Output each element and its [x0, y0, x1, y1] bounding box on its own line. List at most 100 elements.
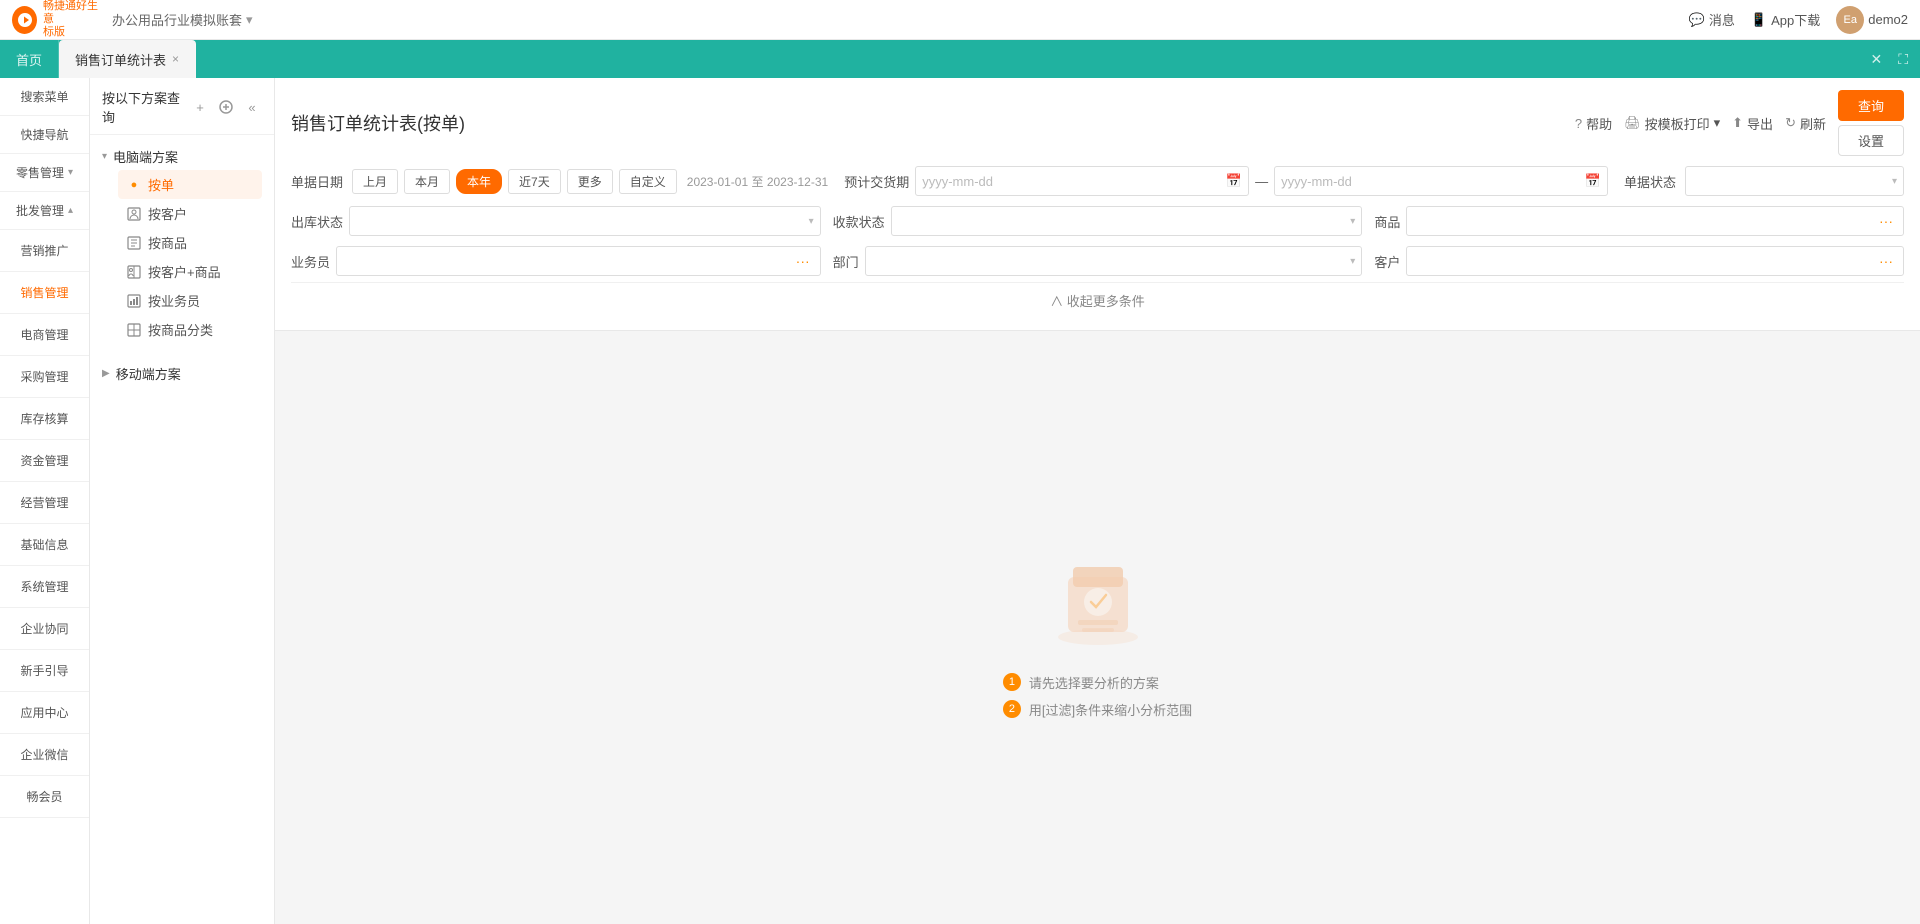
collapse-panel-button[interactable]: «	[242, 97, 262, 117]
export-icon: ⬆	[1732, 115, 1743, 131]
sidebar-item-wechat[interactable]: 企业微信	[0, 734, 89, 776]
maximize-button[interactable]: ⛶	[1894, 47, 1912, 72]
dept-input: ▾	[865, 246, 1363, 276]
settings-button[interactable]: 设置	[1838, 125, 1904, 156]
empty-hints: 1 请先选择要分析的方案 2 用[过滤]条件来缩小分析范围	[1003, 673, 1192, 719]
sidebar-item-finance[interactable]: 资金管理	[0, 440, 89, 482]
scheme-item-by-goods[interactable]: 按商品	[118, 228, 262, 257]
empty-hint-2: 2 用[过滤]条件来缩小分析范围	[1003, 700, 1192, 719]
expected-date-to[interactable]: yyyy-mm-dd 📅	[1274, 166, 1608, 196]
mobile-category-label[interactable]: ▶ 移动端方案	[102, 360, 262, 387]
collapse-label: ∧ 收起更多条件	[1050, 291, 1145, 310]
mobile-scheme-category: ▶ 移动端方案	[90, 352, 274, 395]
scheme-item-by-customer[interactable]: 按客户	[118, 199, 262, 228]
edit-scheme-button[interactable]	[216, 97, 236, 117]
sidebar-item-search[interactable]: 搜索菜单	[0, 78, 89, 116]
ship-status-select[interactable]: ▾	[349, 206, 821, 236]
goods-input: ···	[1406, 206, 1904, 236]
scheme-icon-box	[126, 235, 142, 251]
salesman-select[interactable]: ···	[336, 246, 821, 276]
message-button[interactable]: 💬 消息	[1689, 10, 1735, 29]
expected-date-to-placeholder: yyyy-mm-dd	[1281, 174, 1581, 189]
sidebar-item-member[interactable]: 畅会员	[0, 776, 89, 818]
user-area[interactable]: Ea demo2	[1836, 6, 1908, 34]
calendar-from-icon: 📅	[1226, 173, 1242, 189]
goods-cell: 商品 ···	[1374, 206, 1904, 236]
tab-close-icon[interactable]: ×	[172, 52, 179, 66]
sidebar-item-newuser[interactable]: 新手引导	[0, 650, 89, 692]
empty-state: 1 请先选择要分析的方案 2 用[过滤]条件来缩小分析范围	[275, 331, 1920, 924]
help-button[interactable]: ? 帮助	[1575, 114, 1612, 133]
sidebar-item-appcenter[interactable]: 应用中心	[0, 692, 89, 734]
dept-select[interactable]: ▾	[865, 246, 1363, 276]
dept-label: 部门	[833, 252, 859, 271]
sidebar-item-sales[interactable]: 销售管理	[0, 272, 89, 314]
date-this-year-button[interactable]: 本年	[456, 169, 502, 194]
date-custom-button[interactable]: 自定义	[619, 169, 677, 194]
receive-status-label: 收款状态	[833, 212, 885, 231]
date-last-month-button[interactable]: 上月	[352, 169, 398, 194]
sidebar-item-shortcuts[interactable]: 快捷导航	[0, 116, 89, 154]
scheme-list: ● 按单 按客户	[102, 170, 262, 344]
expected-date-label: 预计交货期	[844, 172, 909, 191]
breadcrumb-arrow: ▾	[246, 12, 253, 28]
ship-status-dropdown-icon: ▾	[809, 216, 814, 227]
goods-label: 商品	[1374, 212, 1400, 231]
receive-status-select[interactable]: ▾	[891, 206, 1363, 236]
scheme-item-by-salesman[interactable]: 按业务员	[118, 286, 262, 315]
tab-home[interactable]: 首页	[0, 40, 59, 78]
sidebar-item-purchase[interactable]: 采购管理	[0, 356, 89, 398]
receive-status-cell: 收款状态 ▾	[833, 206, 1363, 236]
minimize-button[interactable]: ✕	[1866, 47, 1886, 72]
collapse-bar[interactable]: ∧ 收起更多条件	[291, 282, 1904, 318]
query-button[interactable]: 查询	[1838, 90, 1904, 121]
sidebar-item-retail[interactable]: 零售管理 ▾	[0, 154, 89, 192]
sidebar-item-ecommerce[interactable]: 电商管理	[0, 314, 89, 356]
date-more-button[interactable]: 更多	[567, 169, 613, 194]
sidebar-item-enterprise[interactable]: 企业协同	[0, 608, 89, 650]
goods-select[interactable]: ···	[1406, 206, 1904, 236]
app-download-button[interactable]: 📱 App下载	[1751, 10, 1820, 29]
date-last7-button[interactable]: 近7天	[508, 169, 561, 194]
status-select[interactable]: ▾	[1685, 166, 1904, 196]
customer-label: 客户	[1374, 252, 1400, 271]
scheme-icon-bar	[126, 293, 142, 309]
status-dropdown-icon: ▾	[1892, 176, 1897, 187]
sidebar-item-operation[interactable]: 经营管理	[0, 482, 89, 524]
top-header: 畅捷通好生意 标版 办公用品行业模拟账套 ▾ 💬 消息 📱 App下载 Ea d…	[0, 0, 1920, 40]
scheme-item-by-customer-goods[interactable]: 按客户+商品	[118, 257, 262, 286]
tab-current[interactable]: 销售订单统计表 ×	[59, 40, 196, 78]
scheme-icon-person	[126, 206, 142, 222]
sidebar-item-system[interactable]: 系统管理	[0, 566, 89, 608]
sidebar-item-marketing[interactable]: 营销推广	[0, 230, 89, 272]
sidebar-item-wholesale[interactable]: 批发管理 ▴	[0, 192, 89, 230]
date-this-month-button[interactable]: 本月	[404, 169, 450, 194]
scheme-item-by-order[interactable]: ● 按单	[118, 170, 262, 199]
ship-status-label: 出库状态	[291, 212, 343, 231]
sidebar-item-inventory[interactable]: 库存核算	[0, 398, 89, 440]
customer-more-icon: ···	[1875, 253, 1897, 269]
add-scheme-button[interactable]: +	[190, 97, 210, 117]
salesman-label: 业务员	[291, 252, 330, 271]
sidebar-item-basic[interactable]: 基础信息	[0, 524, 89, 566]
dept-dropdown-icon: ▾	[1350, 256, 1355, 267]
salesman-input: ···	[336, 246, 821, 276]
logo-icon	[12, 6, 37, 34]
print-button[interactable]: 🖨 按模板打印 ▾	[1624, 114, 1720, 133]
calendar-to-icon: 📅	[1585, 173, 1601, 189]
export-button[interactable]: ⬆ 导出	[1732, 114, 1773, 133]
expected-date-from[interactable]: yyyy-mm-dd 📅	[915, 166, 1249, 196]
scheme-item-by-category[interactable]: 按商品分类	[118, 315, 262, 344]
salesman-cell: 业务员 ···	[291, 246, 821, 276]
receive-status-input: ▾	[891, 206, 1363, 236]
status-label: 单据状态	[1624, 172, 1679, 191]
left-panel: 按以下方案查询 + « ▾ 电脑端方案	[90, 78, 275, 924]
filter-area: 销售订单统计表(按单) ? 帮助 🖨 按模板打印 ▾ ⬆	[275, 78, 1920, 331]
refresh-button[interactable]: ↻ 刷新	[1785, 114, 1826, 133]
filter-row3: 业务员 ··· 部门 ▾	[291, 246, 1904, 276]
date-dash: —	[1255, 174, 1268, 189]
pc-scheme-category: ▾ 电脑端方案 ● 按单	[90, 135, 274, 352]
salesman-more-icon: ···	[792, 253, 814, 269]
customer-select[interactable]: ···	[1406, 246, 1904, 276]
pc-category-label[interactable]: ▾ 电脑端方案	[102, 143, 262, 170]
